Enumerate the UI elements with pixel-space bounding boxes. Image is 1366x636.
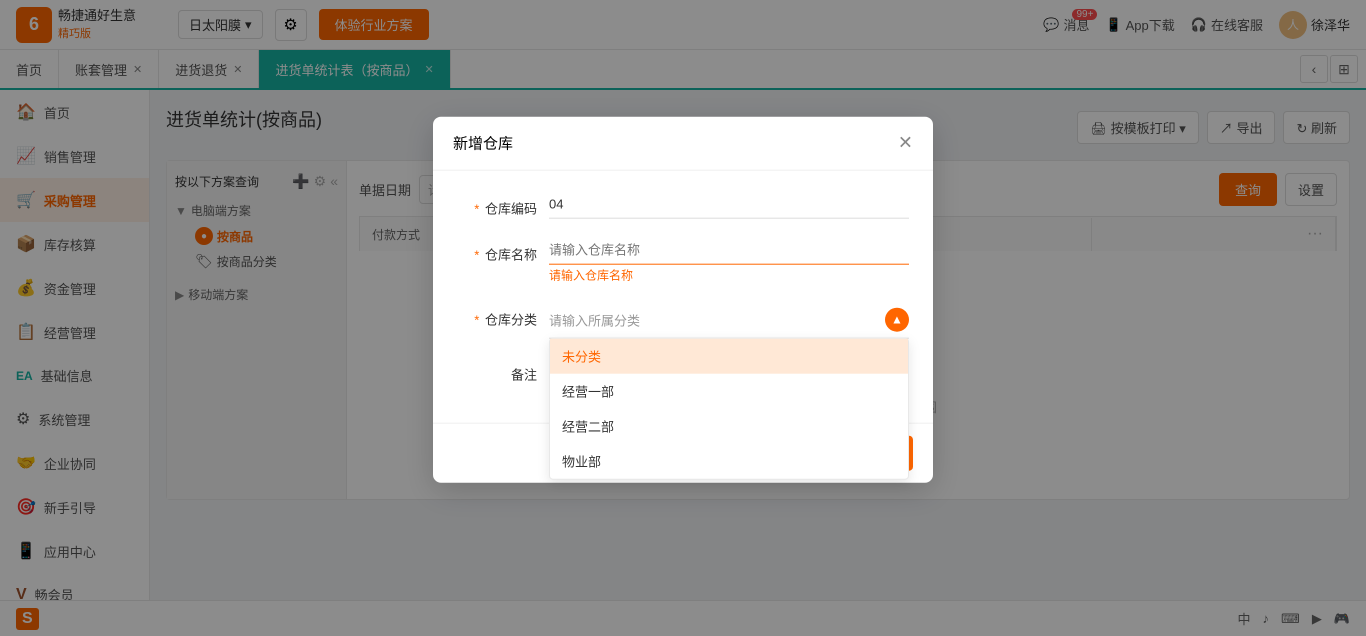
modal-body: * 仓库编码 * 仓库名称 请输入仓库名称 * 仓库分类 [433, 171, 933, 423]
code-label: * 仓库编码 [457, 191, 537, 218]
category-label: * 仓库分类 [457, 302, 537, 329]
dropdown-item-3[interactable]: 物业部 [550, 444, 908, 479]
remark-label: 备注 [457, 357, 537, 384]
modal-close-button[interactable]: ✕ [898, 133, 913, 154]
name-field: 请输入仓库名称 [549, 237, 909, 284]
warehouse-code-input[interactable] [549, 191, 909, 219]
warehouse-name-input[interactable] [549, 237, 909, 265]
dropdown-item-0[interactable]: 未分类 [550, 339, 908, 374]
name-error-msg: 请输入仓库名称 [549, 267, 909, 284]
name-label: * 仓库名称 [457, 237, 537, 264]
dropdown-item-1[interactable]: 经营一部 [550, 374, 908, 409]
form-row-name: * 仓库名称 请输入仓库名称 [457, 237, 909, 284]
modal-title: 新增仓库 [453, 133, 513, 154]
category-placeholder: 请输入所属分类 [549, 310, 640, 329]
modal-new-warehouse: 新增仓库 ✕ * 仓库编码 * 仓库名称 请输入仓库名称 [433, 117, 933, 483]
modal-header: 新增仓库 ✕ [433, 117, 933, 171]
category-field: 请输入所属分类 ▲ 未分类 经营一部 经营二部 物业部 [549, 302, 909, 339]
form-row-code: * 仓库编码 [457, 191, 909, 219]
code-field [549, 191, 909, 219]
category-select[interactable]: 请输入所属分类 ▲ [549, 302, 909, 339]
dropdown-item-2[interactable]: 经营二部 [550, 409, 908, 444]
form-row-category: * 仓库分类 请输入所属分类 ▲ 未分类 经营一部 经营二部 物业部 [457, 302, 909, 339]
category-dropdown: 未分类 经营一部 经营二部 物业部 [549, 338, 909, 480]
dropdown-up-icon[interactable]: ▲ [885, 308, 909, 332]
